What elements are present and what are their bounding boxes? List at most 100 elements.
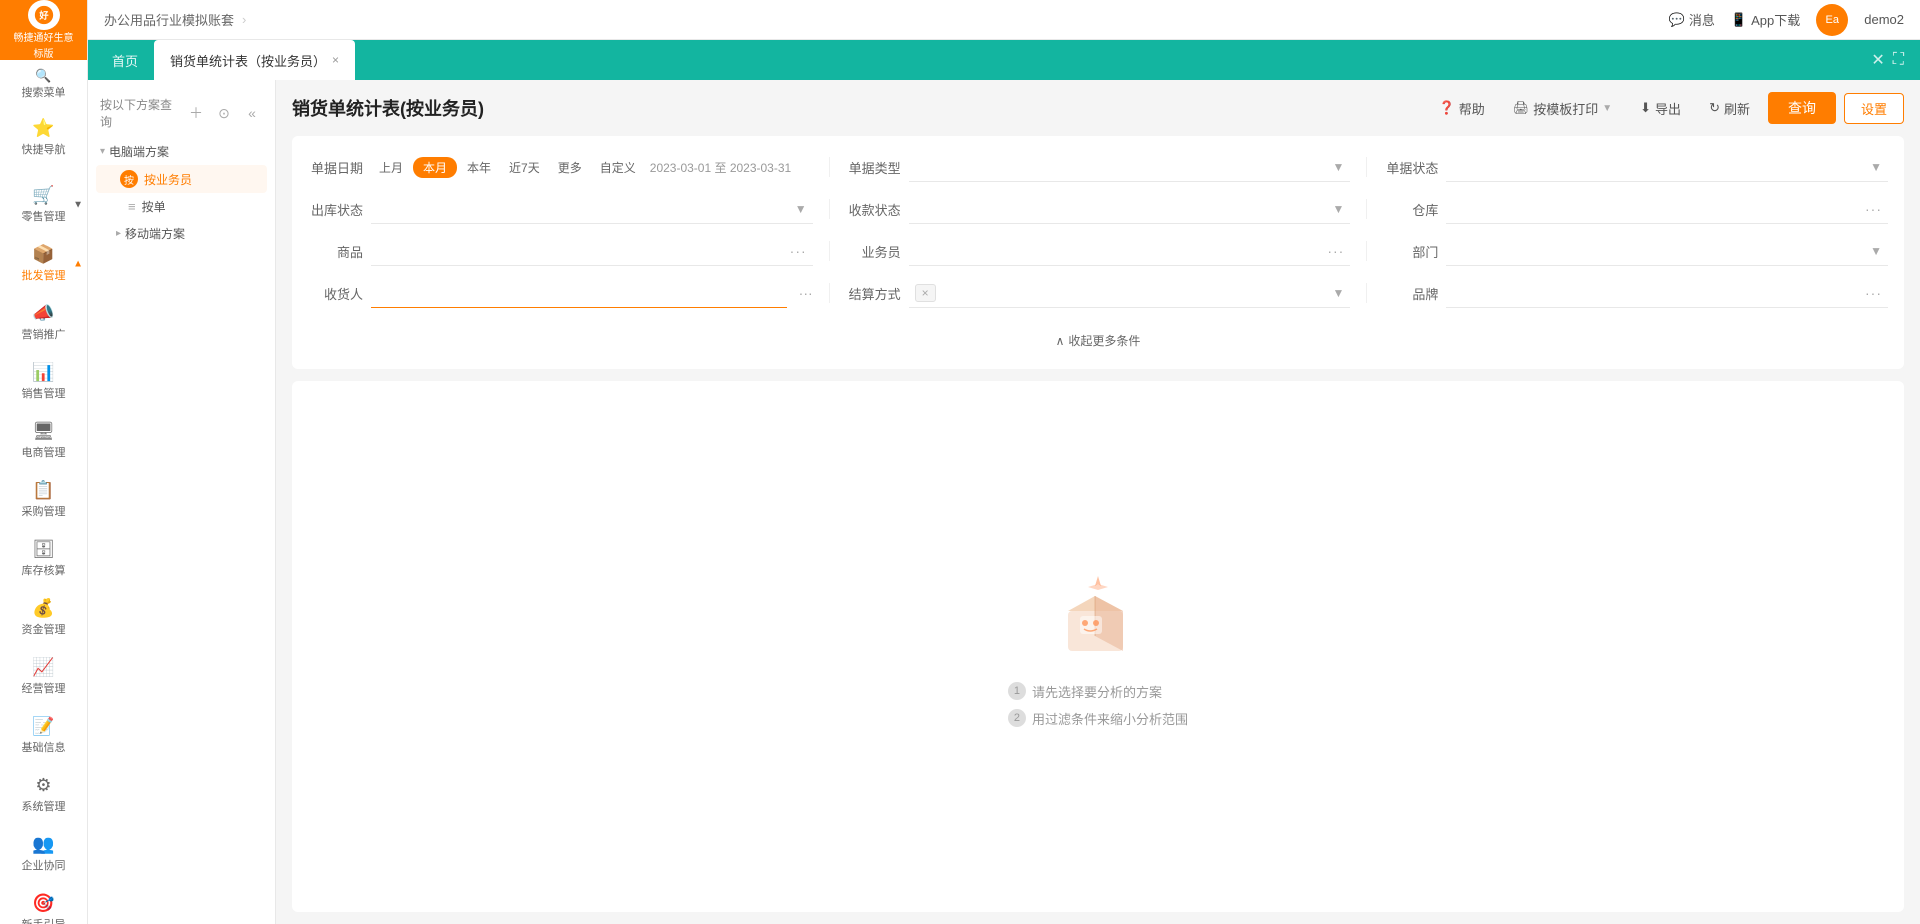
collapse-row: ∧ 收起更多条件 (308, 320, 1888, 353)
inventory-icon: 🗄 (4, 539, 83, 560)
tabbar-right: ✕ ⛶ (1871, 50, 1912, 70)
date-tab-custom[interactable]: 自定义 (592, 157, 644, 178)
sidebar-item-inventory[interactable]: 🗄 库存核算 (0, 529, 87, 588)
filter-goods: 商品 ··· (308, 236, 813, 266)
goods-label: 商品 (308, 242, 363, 261)
date-tab-7days[interactable]: 近7天 (501, 157, 548, 178)
filter-row-1: 单据日期 上月 本月 本年 近7天 更多 自定义 2023-03-01 至 20… (308, 152, 1888, 182)
print-arrow-icon: ▼ (1602, 103, 1612, 114)
left-panel: 按以下方案查询 ＋ ⊙ « ▾ 电脑端方案 按 按业务员 ≡ 按单 (88, 80, 276, 924)
sidebar: 好 畅捷通好生意 标版 🔍 搜索菜单 ⭐ 快捷导航 🛒 零售管理 ▼ 📦 批发管… (0, 0, 88, 924)
doc-type-select[interactable]: ▼ (909, 152, 1351, 182)
add-scheme-button[interactable]: ＋ (185, 102, 207, 124)
sidebar-item-wholesale[interactable]: 📦 批发管理 ▲ (0, 234, 87, 293)
sales-icon: 📊 (4, 362, 83, 383)
tree-desktop-section[interactable]: ▾ 电脑端方案 (96, 138, 267, 165)
retail-icon: 🛒 (4, 185, 83, 206)
expand-arrow-icon: ▼ (73, 199, 83, 210)
wholesale-icon: 📦 (4, 244, 83, 265)
salesman-select[interactable]: ··· (909, 236, 1351, 266)
tree-mobile-section[interactable]: ▸ 移动端方案 (96, 220, 267, 247)
empty-hint-text: 1 请先选择要分析的方案 2 用过滤条件来缩小分析范围 (1008, 682, 1188, 728)
filter-divider-2 (1366, 157, 1367, 177)
salesman-label: 业务员 (846, 242, 901, 261)
settlement-select[interactable]: × ▼ (909, 278, 1351, 308)
message-button[interactable]: 💬 消息 (1669, 10, 1715, 29)
sidebar-logo: 好 畅捷通好生意 标版 (0, 0, 88, 60)
sidebar-item-basic-info[interactable]: 📝 基础信息 (0, 706, 87, 765)
hint-item-2: 2 用过滤条件来缩小分析范围 (1008, 709, 1188, 728)
star-icon: ⭐ (4, 118, 83, 139)
department-label: 部门 (1383, 242, 1438, 261)
download-icon: 📱 (1731, 12, 1747, 28)
department-select[interactable]: ▼ (1446, 236, 1888, 266)
goods-select[interactable]: ··· (371, 236, 813, 266)
sidebar-item-finance[interactable]: 💰 资金管理 (0, 588, 87, 647)
edit-scheme-button[interactable]: ⊙ (213, 102, 235, 124)
tree-item-by-salesman[interactable]: 按 按业务员 (96, 165, 267, 193)
sidebar-item-quick-nav[interactable]: ⭐ 快捷导航 (0, 108, 87, 167)
sidebar-item-ecommerce[interactable]: 🖥 电商管理 (0, 411, 87, 470)
breadcrumb-arrow-icon: › (242, 12, 246, 27)
brand-select[interactable]: ··· (1446, 278, 1888, 308)
system-icon: ⚙ (4, 775, 83, 796)
filter-divider-7 (829, 283, 830, 303)
date-tab-this-month[interactable]: 本月 (413, 157, 457, 178)
sidebar-item-sales[interactable]: 📊 销售管理 (0, 352, 87, 411)
refresh-button[interactable]: ↻ 刷新 (1699, 95, 1760, 122)
filter-doc-status: 单据状态 ▼ (1383, 152, 1888, 182)
print-icon: 🖨 (1513, 100, 1530, 116)
date-tab-last-month[interactable]: 上月 (371, 157, 411, 178)
enterprise-icon: 👥 (4, 834, 83, 855)
warehouse-select[interactable]: ··· (1446, 194, 1888, 224)
date-tab-more[interactable]: 更多 (550, 157, 590, 178)
out-status-select[interactable]: ▼ (371, 194, 813, 224)
recipient-input[interactable] (371, 278, 787, 308)
collapse-button[interactable]: ∧ 收起更多条件 (1044, 328, 1153, 353)
filter-doc-type: 单据类型 ▼ (846, 152, 1351, 182)
sidebar-item-guide[interactable]: 🎯 新手引导 (0, 883, 87, 924)
settings-button[interactable]: 设置 (1844, 93, 1904, 124)
sidebar-item-system[interactable]: ⚙ 系统管理 (0, 765, 87, 824)
sidebar-item-enterprise[interactable]: 👥 企业协同 (0, 824, 87, 883)
tab-expand-icon[interactable]: ⛶ (1893, 51, 1904, 69)
page-toolbar: ❓ 帮助 🖨 按模板打印 ▼ ⬇ 导出 ↻ 刷新 (1429, 92, 1905, 124)
filter-row-3: 商品 ··· 业务员 ··· (308, 236, 1888, 266)
filter-recipient: 收货人 ··· (308, 278, 813, 308)
sidebar-item-purchase[interactable]: 📋 采购管理 (0, 470, 87, 529)
out-status-arrow-icon: ▼ (795, 202, 807, 216)
tab-close-all-icon[interactable]: ✕ (1871, 50, 1884, 70)
date-range-text: 2023-03-01 至 2023-03-31 (650, 159, 791, 176)
avatar[interactable]: Ea (1816, 4, 1848, 36)
template-print-button[interactable]: 🖨 按模板打印 ▼ (1503, 95, 1622, 122)
right-content: 销货单统计表(按业务员) ❓ 帮助 🖨 按模板打印 ▼ ⬇ 导出 (276, 80, 1920, 924)
settlement-label: 结算方式 (846, 284, 901, 303)
export-button[interactable]: ⬇ 导出 (1630, 95, 1691, 122)
filter-settlement: 结算方式 × ▼ (846, 278, 1351, 308)
guide-icon: 🎯 (4, 893, 83, 914)
brand-label: 品牌 (1383, 284, 1438, 303)
date-filter-tabs: 上月 本月 本年 近7天 更多 自定义 2023-03-01 至 2023-03… (371, 157, 813, 178)
tree-item-by-order[interactable]: ≡ 按单 (96, 193, 267, 220)
help-button[interactable]: ❓ 帮助 (1429, 95, 1495, 122)
tag-close-icon[interactable]: × (922, 286, 929, 300)
tab-sales-stats[interactable]: 销货单统计表（按业务员） × (154, 40, 355, 80)
ecommerce-icon: 🖥 (4, 421, 83, 442)
sidebar-search-item[interactable]: 🔍 搜索菜单 (0, 60, 87, 108)
tab-home[interactable]: 首页 (96, 40, 154, 80)
sidebar-item-operation[interactable]: 📈 经营管理 (0, 647, 87, 706)
query-button[interactable]: 查询 (1768, 92, 1836, 124)
recv-status-select[interactable]: ▼ (909, 194, 1351, 224)
tab-close-icon[interactable]: × (332, 53, 339, 67)
sidebar-item-retail[interactable]: 🛒 零售管理 ▼ (0, 175, 87, 234)
sidebar-item-marketing[interactable]: 📣 营销推广 (0, 293, 87, 352)
filter-area: 单据日期 上月 本月 本年 近7天 更多 自定义 2023-03-01 至 20… (292, 136, 1904, 369)
recipient-label: 收货人 (308, 284, 363, 303)
doc-status-select[interactable]: ▼ (1446, 152, 1888, 182)
date-tab-this-year[interactable]: 本年 (459, 157, 499, 178)
app-download-button[interactable]: 📱 App下载 (1731, 10, 1800, 29)
recipient-more-icon[interactable]: ··· (799, 285, 813, 301)
collapse-panel-button[interactable]: « (241, 102, 263, 124)
settlement-arrow-icon: ▼ (1332, 286, 1344, 300)
salesman-more-icon: ··· (1327, 243, 1344, 259)
